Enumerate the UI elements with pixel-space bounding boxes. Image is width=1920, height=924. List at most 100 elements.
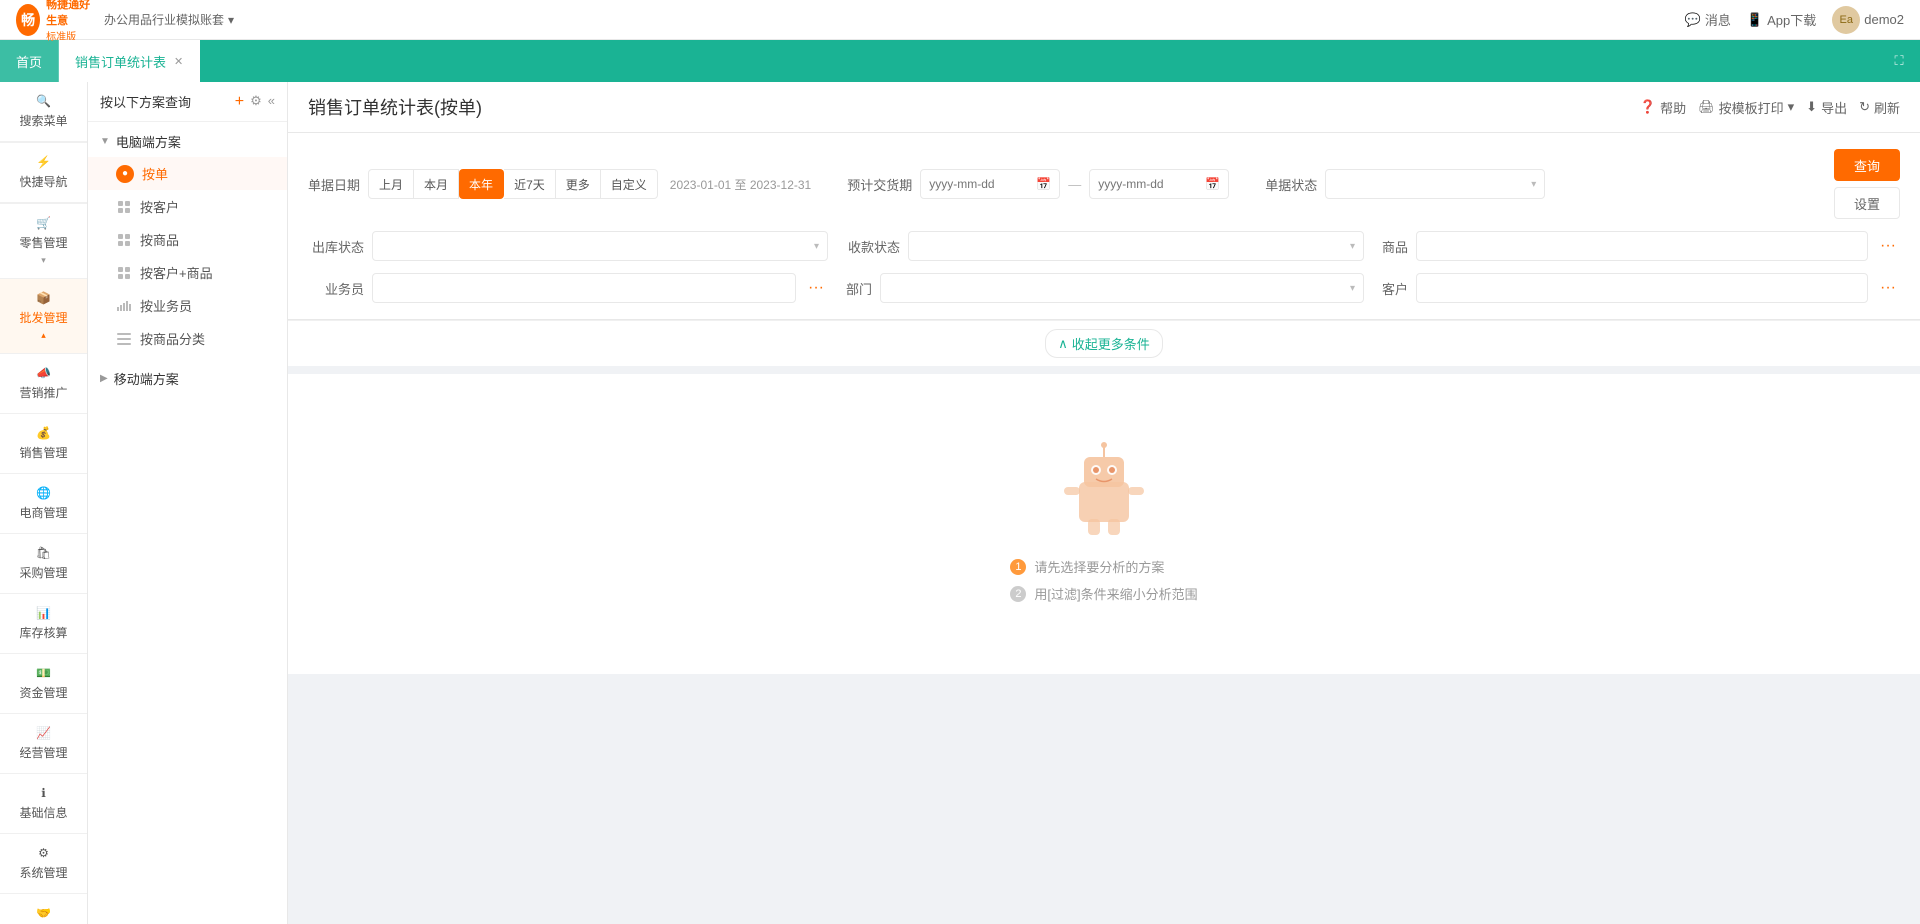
tab-sales-order-stats[interactable]: 销售订单统计表 ✕ xyxy=(59,40,200,82)
page-header-actions: ❓ 帮助 🖨 按模板打印 ▾ ⬇ 导出 ↻ 刷新 xyxy=(1640,98,1900,129)
payment-status-label: 收款状态 xyxy=(844,237,900,256)
date-btn-custom[interactable]: 自定义 xyxy=(601,169,658,199)
sidebar-item-finance[interactable]: 💵 资金管理 xyxy=(0,654,87,714)
customer-input[interactable] xyxy=(1416,273,1868,303)
sidebar-item-search[interactable]: 🔍 搜索菜单 xyxy=(0,82,87,142)
sidebar-quicknav[interactable]: ⚡ 快捷导航 xyxy=(0,143,87,204)
sidebar-search[interactable]: 🔍 搜索菜单 xyxy=(0,82,87,143)
sidebar-item-inventory[interactable]: 📊 库存核算 xyxy=(0,594,87,654)
action-buttons: 查询 设置 xyxy=(1818,149,1900,219)
ship-status-label: 出库状态 xyxy=(308,237,364,256)
ship-status-select[interactable]: ▾ xyxy=(372,231,828,261)
empty-state-illustration xyxy=(1054,437,1154,537)
active-scheme-indicator: ● xyxy=(116,165,134,183)
tip-num-2: 2 xyxy=(1010,586,1026,602)
mobile-scheme-group-header[interactable]: ▶ 移动端方案 xyxy=(88,363,287,394)
tip-num-1: 1 xyxy=(1010,559,1026,575)
settings-scheme-button[interactable]: ⚙ xyxy=(250,93,262,111)
help-icon: ❓ xyxy=(1640,99,1656,115)
filter-row-1: 单据日期 上月 本月 本年 近7天 更多 自定义 2023-01-01 至 20… xyxy=(308,149,1900,219)
sidebar-item-enterprise-coop[interactable]: 🤝 企业协同 xyxy=(0,894,87,924)
delivery-date-end-input[interactable] xyxy=(1098,177,1201,191)
sidebar-item-basic[interactable]: ℹ 基础信息 xyxy=(0,774,87,834)
scheme-item-by-salesperson[interactable]: 按业务员 xyxy=(88,289,287,322)
date-buttons: 上月 本月 本年 近7天 更多 自定义 xyxy=(368,169,658,199)
date-btn-this-year[interactable]: 本年 xyxy=(459,169,504,199)
sidebar-item-system[interactable]: ⚙ 系统管理 xyxy=(0,834,87,894)
search-icon: 🔍 xyxy=(36,94,51,108)
tab-close-icon[interactable]: ✕ xyxy=(174,55,183,68)
date-btn-last-month[interactable]: 上月 xyxy=(368,169,414,199)
sidebar-item-sales[interactable]: 💰 销售管理 xyxy=(0,414,87,474)
collapse-panel-button[interactable]: « xyxy=(268,93,275,111)
sidebar-item-operations[interactable]: 📈 经营管理 xyxy=(0,714,87,774)
delivery-date-start-input[interactable] xyxy=(929,177,1032,191)
scheme-item-by-customer[interactable]: 按客户 xyxy=(88,190,287,223)
export-button[interactable]: ⬇ 导出 xyxy=(1806,98,1847,117)
order-status-filter: 单据状态 ▾ xyxy=(1265,169,1806,199)
add-scheme-button[interactable]: + xyxy=(235,93,244,111)
order-status-select[interactable]: ▾ xyxy=(1325,169,1545,199)
tab-expand-button[interactable]: ⛶ xyxy=(1878,40,1920,82)
scheme-item-by-category[interactable]: 按商品分类 xyxy=(88,322,287,355)
date-btn-this-month[interactable]: 本月 xyxy=(414,169,459,199)
delivery-date-end-wrapper: 📅 xyxy=(1089,169,1229,199)
sidebar-item-quicknav[interactable]: ⚡ 快捷导航 xyxy=(0,143,87,203)
query-button[interactable]: 查询 xyxy=(1834,149,1900,181)
salesperson-input[interactable] xyxy=(372,273,796,303)
scheme-item-by-cust-prod[interactable]: 按客户+商品 xyxy=(88,256,287,289)
sidebar-item-retail[interactable]: 🛒 零售管理 ▾ xyxy=(0,204,87,279)
pc-scheme-group: ▼ 电脑端方案 ● 按单 按客户 按商品 xyxy=(88,122,287,359)
select-arrow-icon: ▾ xyxy=(1531,179,1536,190)
empty-state: 1 请先选择要分析的方案 2 用[过滤]条件来缩小分析范围 xyxy=(288,374,1920,674)
customer-label: 客户 xyxy=(1380,279,1408,298)
product-filter: 商品 ··· xyxy=(1380,231,1900,261)
ecommerce-icon: 🌐 xyxy=(36,486,51,500)
delivery-date-start-wrapper: 📅 xyxy=(920,169,1060,199)
download-icon: 📱 xyxy=(1747,12,1763,28)
app-download-button[interactable]: 📱 App下载 xyxy=(1747,10,1816,29)
group-arrow-icon: ▶ xyxy=(100,373,108,384)
operations-icon: 📈 xyxy=(36,726,51,740)
logo-area: 畅 畅捷通好生意 标准版 xyxy=(16,0,96,43)
date-btn-7days[interactable]: 近7天 xyxy=(504,169,556,199)
mobile-scheme-group: ▶ 移动端方案 xyxy=(88,359,287,398)
help-button[interactable]: ❓ 帮助 xyxy=(1640,98,1686,117)
scheme-item-by-order[interactable]: ● 按单 xyxy=(88,157,287,190)
scheme-icon xyxy=(116,298,132,314)
department-select[interactable]: ▾ xyxy=(880,273,1364,303)
refresh-icon: ↻ xyxy=(1859,99,1870,115)
left-panel-header: 按以下方案查询 + ⚙ « xyxy=(88,82,287,122)
pc-scheme-group-header[interactable]: ▼ 电脑端方案 xyxy=(88,126,287,157)
date-btn-more[interactable]: 更多 xyxy=(556,169,601,199)
tab-home[interactable]: 首页 xyxy=(0,40,59,82)
salesperson-label: 业务员 xyxy=(308,279,364,298)
refresh-button[interactable]: ↻ 刷新 xyxy=(1859,98,1900,117)
sidebar-item-marketing[interactable]: 📣 营销推广 xyxy=(0,354,87,414)
collapse-more-button[interactable]: ∧ 收起更多条件 xyxy=(1045,329,1163,358)
scheme-item-by-product[interactable]: 按商品 xyxy=(88,223,287,256)
breadcrumb[interactable]: 办公用品行业模拟账套 ▾ xyxy=(104,11,234,28)
payment-status-select[interactable]: ▾ xyxy=(908,231,1364,261)
setting-button[interactable]: 设置 xyxy=(1834,187,1900,219)
product-input[interactable] xyxy=(1416,231,1868,261)
customer-more-button[interactable]: ··· xyxy=(1876,273,1900,303)
template-print-button[interactable]: 🖨 按模板打印 ▾ xyxy=(1698,98,1794,117)
empty-tip-2: 2 用[过滤]条件来缩小分析范围 xyxy=(1010,584,1197,603)
sidebar-item-purchase[interactable]: 🛍 采购管理 xyxy=(0,534,87,594)
product-more-button[interactable]: ··· xyxy=(1876,231,1900,261)
tab-home-label: 首页 xyxy=(16,52,42,71)
calendar-icon: 📅 xyxy=(1205,177,1220,191)
salesperson-more-button[interactable]: ··· xyxy=(804,273,828,303)
date-range-text: 2023-01-01 至 2023-12-31 xyxy=(670,176,811,193)
order-status-label: 单据状态 xyxy=(1265,175,1317,194)
expand-icon: ⛶ xyxy=(1894,53,1903,69)
delivery-date-filter: 预计交货期 📅 — 📅 xyxy=(847,169,1229,199)
payment-status-filter: 收款状态 ▾ xyxy=(844,231,1364,261)
message-button[interactable]: 💬 消息 xyxy=(1685,10,1731,29)
product-label: 商品 xyxy=(1380,237,1408,256)
group-label: 电脑端方案 xyxy=(116,132,181,151)
sidebar-item-ecommerce[interactable]: 🌐 电商管理 xyxy=(0,474,87,534)
user-menu[interactable]: Ea demo2 xyxy=(1832,6,1904,34)
sidebar-item-wholesale[interactable]: 📦 批发管理 ▴ xyxy=(0,279,87,354)
